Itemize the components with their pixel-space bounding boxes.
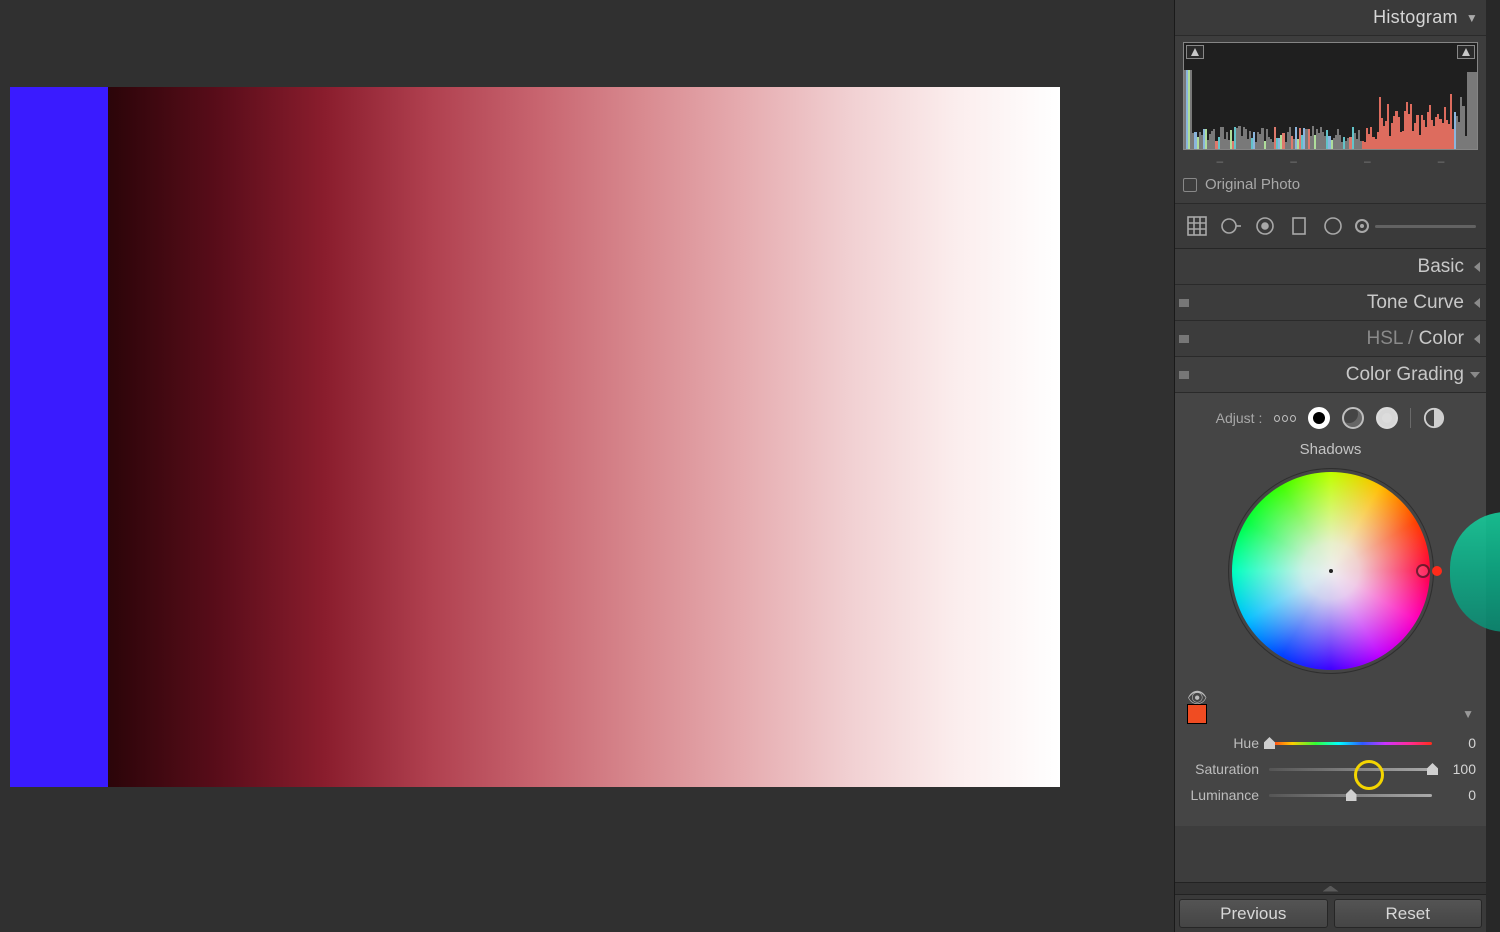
image-preview[interactable] [10,87,1060,787]
footer-buttons: Previous Reset [1175,894,1486,932]
editor-canvas [0,0,1174,932]
graduated-filter-icon[interactable] [1287,214,1311,238]
local-tools-strip [1175,203,1486,249]
wheel-picker-handle[interactable] [1416,564,1430,578]
hue-slider-row: Hue 0 [1185,730,1476,756]
original-photo-row[interactable]: Original Photo [1183,176,1478,193]
radial-filter-icon[interactable] [1321,214,1345,238]
panel-switch-icon[interactable] [1179,371,1189,379]
chevron-down-icon [1470,372,1480,378]
adjust-label: Adjust : [1216,410,1263,426]
luminance-slider[interactable] [1269,790,1432,800]
hue-slider[interactable] [1269,738,1432,748]
saturation-value[interactable]: 100 [1442,761,1476,777]
histogram-graph[interactable] [1183,42,1478,150]
chevron-left-icon [1474,262,1480,272]
midtones-target-icon[interactable] [1342,407,1364,429]
shadows-color-wheel[interactable] [1232,472,1430,670]
saturation-slider-row: Saturation 100 [1185,756,1476,782]
color-grading-panel: Adjust : Shadows 👁 [1175,393,1486,826]
luminance-slider-row: Luminance 0 [1185,782,1476,808]
collapse-icon: ▼ [1466,11,1478,25]
hsl-color-panel-header[interactable]: HSL / Color [1175,321,1486,357]
histogram-region-labels: – – – – [1183,154,1478,168]
midtones-wheel-peek[interactable] [1450,512,1500,632]
panel-switch-icon[interactable] [1179,335,1189,343]
color-grading-target-label: Shadows [1185,441,1476,458]
color-grading-panel-header[interactable]: Color Grading [1175,357,1486,393]
shadow-clipping-toggle[interactable] [1186,45,1204,59]
tone-curve-panel-header[interactable]: Tone Curve [1175,285,1486,321]
panel-switch-icon[interactable] [1179,299,1189,307]
three-way-view-icon[interactable] [1274,407,1296,429]
adjust-target-row: Adjust : [1185,407,1476,429]
spot-removal-icon[interactable] [1219,214,1243,238]
highlights-target-icon[interactable] [1376,407,1398,429]
reset-button[interactable]: Reset [1334,899,1483,928]
shadows-color-swatch[interactable] [1187,704,1207,724]
crop-tool-icon[interactable] [1185,214,1209,238]
brush-amount-track[interactable] [1375,225,1476,228]
hue-value[interactable]: 0 [1442,735,1476,751]
shadow-clipping-overlay [10,87,108,787]
expand-sliders-icon[interactable]: ▼ [1462,707,1474,721]
wheel-hue-indicator[interactable] [1432,566,1442,576]
saturation-slider[interactable] [1269,764,1432,774]
develop-right-panel: Histogram ▼ – – – – Original Photo [1174,0,1486,932]
luminance-value[interactable]: 0 [1442,787,1476,803]
brush-tool-icon[interactable] [1355,219,1369,233]
panel-resize-nub[interactable] [1175,882,1486,894]
previous-button[interactable]: Previous [1179,899,1328,928]
original-photo-checkbox[interactable] [1183,178,1197,192]
histogram-bars [1184,61,1477,149]
chevron-left-icon [1474,334,1480,344]
histogram-title: Histogram [1373,7,1458,28]
global-target-icon[interactable] [1423,407,1445,429]
chevron-left-icon [1474,298,1480,308]
shadows-target-icon[interactable] [1308,407,1330,429]
brush-tool-with-slider[interactable] [1355,219,1476,233]
original-photo-label: Original Photo [1205,176,1300,193]
histogram-header[interactable]: Histogram ▼ [1175,0,1486,36]
highlight-clipping-toggle[interactable] [1457,45,1475,59]
basic-panel-header[interactable]: Basic [1175,249,1486,285]
redeye-tool-icon[interactable] [1253,214,1277,238]
panel-scrollbar[interactable] [1486,0,1500,932]
